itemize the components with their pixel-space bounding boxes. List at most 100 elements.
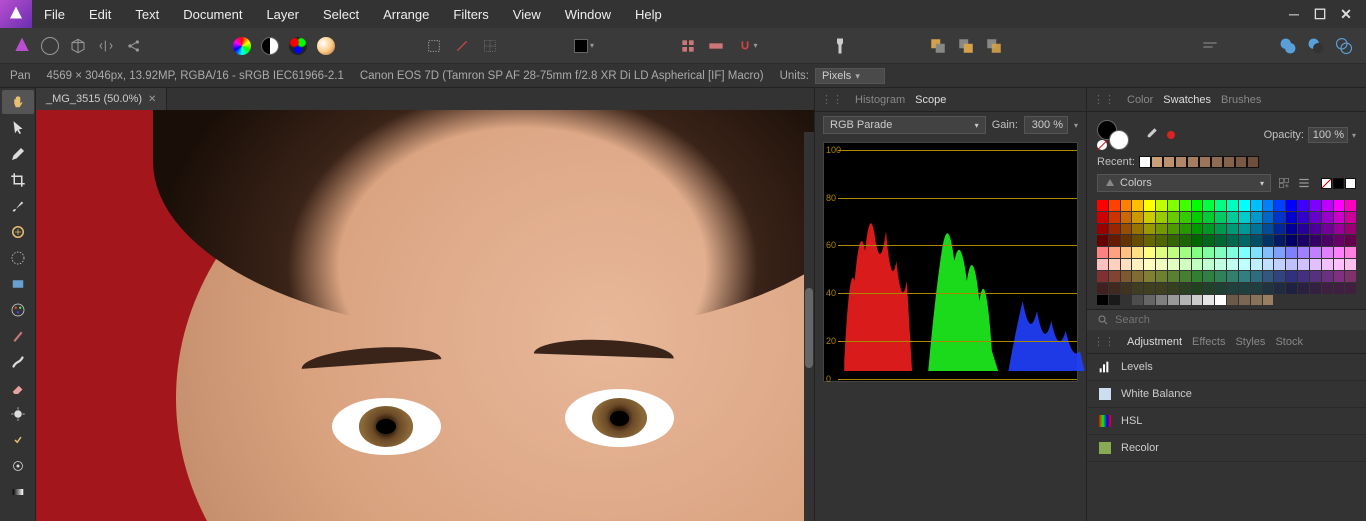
palette-swatch[interactable] [1144, 295, 1155, 306]
palette-swatch[interactable] [1310, 271, 1321, 282]
palette-swatch[interactable] [1263, 283, 1274, 294]
tab-color[interactable]: Color [1127, 94, 1153, 106]
palette-swatch[interactable] [1227, 259, 1238, 270]
palette-swatch[interactable] [1334, 259, 1345, 270]
gradient-circle-icon[interactable] [314, 34, 338, 58]
palette-swatch[interactable] [1286, 235, 1297, 246]
palette-swatch[interactable] [1109, 283, 1120, 294]
palette-swatch[interactable] [1251, 259, 1262, 270]
palette-swatch[interactable] [1345, 212, 1356, 223]
palette-swatch[interactable] [1156, 259, 1167, 270]
palette-swatch[interactable] [1334, 247, 1345, 258]
palette-swatch[interactable] [1097, 283, 1108, 294]
dodge-tool[interactable] [2, 402, 34, 426]
palette-swatch[interactable] [1227, 235, 1238, 246]
menu-file[interactable]: File [32, 0, 77, 28]
rect-tool[interactable] [2, 272, 34, 296]
palette-swatch[interactable] [1144, 259, 1155, 270]
palette-swatch[interactable] [1156, 295, 1167, 306]
palette-swatch[interactable] [1132, 212, 1143, 223]
tab-histogram[interactable]: Histogram [855, 94, 905, 106]
palette-swatch[interactable] [1144, 271, 1155, 282]
corner-swatch[interactable] [1345, 178, 1356, 189]
palette-swatch[interactable] [1251, 247, 1262, 258]
palette-swatch[interactable] [1168, 259, 1179, 270]
palette-swatch[interactable] [1132, 271, 1143, 282]
palette-swatch[interactable] [1097, 295, 1108, 306]
menu-icon[interactable] [1297, 176, 1311, 190]
adjustment-hsl[interactable]: HSL [1087, 408, 1366, 435]
tab-effects[interactable]: Effects [1192, 336, 1225, 348]
menu-layer[interactable]: Layer [254, 0, 311, 28]
palette-swatch[interactable] [1251, 200, 1262, 211]
palette-swatch[interactable] [1168, 295, 1179, 306]
adjustment-recolor[interactable]: Recolor [1087, 435, 1366, 462]
palette-swatch[interactable] [1310, 283, 1321, 294]
palette-swatch[interactable] [1239, 283, 1250, 294]
recent-swatch[interactable] [1235, 156, 1247, 168]
palette-swatch[interactable] [1203, 271, 1214, 282]
palette-swatch[interactable] [1345, 271, 1356, 282]
palette-swatch[interactable] [1168, 200, 1179, 211]
palette-swatch[interactable] [1274, 224, 1285, 235]
gain-value-input[interactable]: 300 % [1024, 116, 1068, 134]
palette-swatch[interactable] [1203, 295, 1214, 306]
palette-swatch[interactable] [1144, 212, 1155, 223]
palette-swatch[interactable] [1144, 224, 1155, 235]
palette-swatch[interactable] [1203, 283, 1214, 294]
palette-swatch[interactable] [1251, 271, 1262, 282]
palette-swatch[interactable] [1322, 259, 1333, 270]
palette-swatch[interactable] [1109, 247, 1120, 258]
palette-swatch[interactable] [1251, 212, 1262, 223]
palette-swatch[interactable] [1239, 247, 1250, 258]
menu-filters[interactable]: Filters [441, 0, 500, 28]
menu-document[interactable]: Document [171, 0, 254, 28]
palette-swatch[interactable] [1286, 283, 1297, 294]
palette-swatch[interactable] [1345, 283, 1356, 294]
palette-swatch[interactable] [1322, 283, 1333, 294]
clone-tool[interactable] [2, 220, 34, 244]
menu-help[interactable]: Help [623, 0, 674, 28]
palette-swatch[interactable] [1274, 200, 1285, 211]
palette-swatch[interactable] [1121, 259, 1132, 270]
palette-swatch[interactable] [1132, 259, 1143, 270]
palette-swatch[interactable] [1215, 224, 1226, 235]
retouch-tool[interactable] [2, 454, 34, 478]
palette-swatch[interactable] [1239, 235, 1250, 246]
palette-swatch[interactable] [1109, 224, 1120, 235]
smudge-tool[interactable] [2, 350, 34, 374]
palette-swatch[interactable] [1298, 247, 1309, 258]
palette-swatch[interactable] [1263, 259, 1274, 270]
palette-swatch[interactable] [1298, 271, 1309, 282]
palette-swatch[interactable] [1156, 200, 1167, 211]
palette-swatch[interactable] [1192, 224, 1203, 235]
palette-swatch[interactable] [1215, 295, 1226, 306]
eyedropper-icon[interactable] [1141, 126, 1159, 144]
menu-select[interactable]: Select [311, 0, 371, 28]
units-dropdown[interactable]: Pixels [815, 68, 885, 84]
paint-tool[interactable] [2, 298, 34, 322]
pen-tool[interactable] [2, 142, 34, 166]
palette-swatch[interactable] [1097, 271, 1108, 282]
recent-swatch[interactable] [1247, 156, 1259, 168]
palette-swatch[interactable] [1345, 224, 1356, 235]
document-tab[interactable]: _MG_3515 (50.0%) ✕ [36, 88, 167, 110]
panel-grip-icon[interactable]: ⋮⋮ [1093, 335, 1115, 348]
heal-tool[interactable] [2, 428, 34, 452]
window-minimize-button[interactable]: ─ [1288, 8, 1300, 20]
palette-swatch[interactable] [1263, 200, 1274, 211]
palette-swatch[interactable] [1156, 224, 1167, 235]
palette-swatch[interactable] [1097, 212, 1108, 223]
palette-swatch[interactable] [1180, 259, 1191, 270]
canvas-viewport[interactable] [36, 110, 814, 521]
palette-swatch[interactable] [1334, 224, 1345, 235]
palette-swatch[interactable] [1310, 259, 1321, 270]
palette-swatch[interactable] [1168, 224, 1179, 235]
tab-adjustment[interactable]: Adjustment [1127, 336, 1182, 348]
palette-swatch[interactable] [1156, 283, 1167, 294]
palette-swatch[interactable] [1310, 224, 1321, 235]
palette-swatch[interactable] [1274, 283, 1285, 294]
palette-swatch[interactable] [1192, 247, 1203, 258]
contrast-icon[interactable] [258, 34, 282, 58]
vertical-scrollbar[interactable] [804, 132, 814, 521]
